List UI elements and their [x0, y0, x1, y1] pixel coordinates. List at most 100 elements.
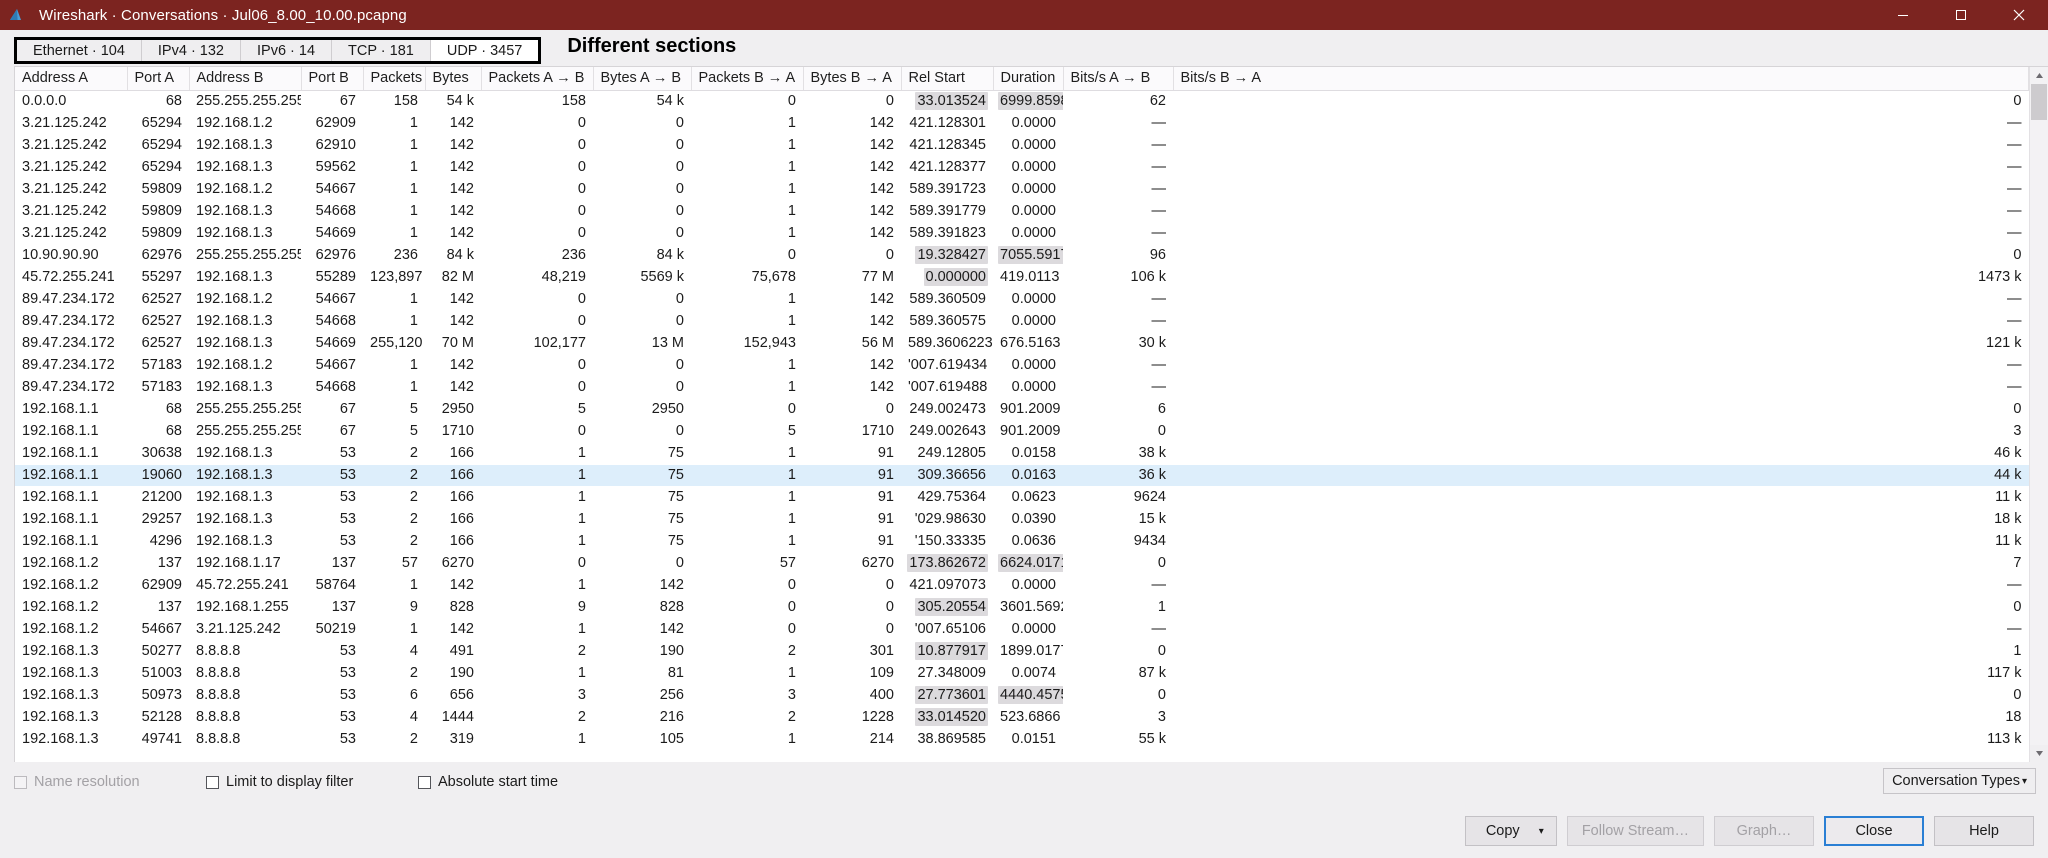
table-row[interactable]: 192.168.1.1 68 255.255.255.255 67 5 1710 0 0 5 17…	[15, 420, 2029, 443]
table-cell: 192.168.1.3	[189, 222, 301, 245]
col-header-bytes-b-a[interactable]: Bytes B → A	[803, 67, 902, 91]
minimize-button[interactable]	[1874, 0, 1932, 30]
table-row[interactable]: 192.168.1.1 21200 192.168.1.3 53 2 166 1 75 1 91 4…	[15, 486, 2029, 509]
table-row[interactable]: 192.168.1.3 49741 8.8.8.8 53 2 319 1 105 1 214 38.…	[15, 728, 2029, 751]
table-row[interactable]: 10.90.90.90 62976 255.255.255.255 62976 236 8…	[15, 244, 2029, 267]
follow-stream-button[interactable]: Follow Stream…	[1566, 816, 1704, 846]
table-row[interactable]: 3.21.125.242 59809 192.168.1.3 54668 1 142 0 0 1…	[15, 200, 2029, 223]
limit-filter-checkbox-box[interactable]	[206, 775, 219, 789]
absolute-start-label: Absolute start time	[438, 774, 559, 790]
table-cell: 192.168.1.1	[15, 486, 127, 509]
table-row[interactable]: 3.21.125.242 65294 192.168.1.3 59562 1 142 0 0 1…	[15, 156, 2029, 179]
table-cell: 53	[301, 464, 363, 487]
table-cell: 3.21.125.242	[15, 222, 127, 245]
tab-ethernet[interactable]: Ethernet · 104	[17, 40, 142, 61]
table-cell: 1	[691, 200, 803, 223]
table-row[interactable]: 3.21.125.242 59809 192.168.1.2 54667 1 142 0 0 1…	[15, 178, 2029, 201]
col-header-bytes[interactable]: Bytes	[425, 67, 482, 91]
col-header-packets[interactable]: Packets	[363, 67, 426, 91]
table-cell: 105	[593, 728, 691, 751]
table-cell: 142	[593, 618, 691, 641]
col-header-address-b[interactable]: Address B	[189, 67, 302, 91]
scroll-down-arrow-icon[interactable]	[2030, 745, 2048, 762]
table-cell: 589.391779	[901, 200, 993, 223]
col-header-bits-a-b[interactable]: Bits/s A → B	[1063, 67, 1174, 91]
table-row[interactable]: 192.168.1.2 137 192.168.1.255 137 9 828 9 828 0 0…	[15, 596, 2029, 619]
table-row[interactable]: 89.47.234.172 57183 192.168.1.2 54667 1 142 0 0…	[15, 354, 2029, 377]
table-row[interactable]: 89.47.234.172 62527 192.168.1.3 54669 255,12…	[15, 332, 2029, 355]
table-row[interactable]: 192.168.1.3 50277 8.8.8.8 53 4 491 2 190 2 301 10.…	[15, 640, 2029, 663]
table-cell: 5	[691, 420, 803, 443]
table-row[interactable]: 89.47.234.172 62527 192.168.1.2 54667 1 142 0 0…	[15, 288, 2029, 311]
table-row[interactable]: 192.168.1.3 52128 8.8.8.8 53 4 1444 2 216 2 1228 3…	[15, 706, 2029, 729]
checkbox-absolute-start-time[interactable]: Absolute start time	[418, 774, 558, 790]
checkbox-limit-to-display-filter[interactable]: Limit to display filter	[206, 774, 418, 790]
tab-ipv4[interactable]: IPv4 · 132	[141, 40, 241, 61]
col-header-packets-b-a[interactable]: Packets B → A	[691, 67, 804, 91]
table-row[interactable]: 192.168.1.3 51003 8.8.8.8 53 2 190 1 81 1 109 27.3…	[15, 662, 2029, 685]
col-header-port-a[interactable]: Port A	[127, 67, 190, 91]
table-row[interactable]: 89.47.234.172 62527 192.168.1.3 54668 1 142 0 0…	[15, 310, 2029, 333]
table-cell: 192.168.1.2	[189, 178, 301, 201]
table-cell: 84 k	[425, 244, 481, 267]
table-row[interactable]: 192.168.1.2 137 192.168.1.17 137 57 6270 0 0 57 6…	[15, 552, 2029, 575]
table-row[interactable]: 3.21.125.242 65294 192.168.1.3 62910 1 142 0 0 1…	[15, 134, 2029, 157]
table-cell: 2950	[593, 398, 691, 421]
table-row[interactable]: 45.72.255.241 55297 192.168.1.3 55289 123,89…	[15, 266, 2029, 289]
table-cell: 828	[425, 596, 481, 619]
table-row[interactable]: 192.168.1.1 29257 192.168.1.3 53 2 166 1 75 1 91 '…	[15, 508, 2029, 531]
title-bar: Wireshark · Conversations · Jul06_8.00_1…	[0, 0, 2048, 30]
scrollbar-thumb[interactable]	[2031, 84, 2047, 120]
table-cell: 27.348009	[901, 662, 993, 685]
table-row[interactable]: 192.168.1.1 19060 192.168.1.3 53 2 166 1 75 1 91 3…	[15, 464, 2029, 487]
close-window-button[interactable]	[1990, 0, 2048, 30]
col-header-rel-start[interactable]: Rel Start	[901, 67, 994, 91]
conversation-types-button[interactable]: Conversation Types ▾	[1883, 768, 2036, 794]
table-row[interactable]: 192.168.1.1 30638 192.168.1.3 53 2 166 1 75 1 91 2…	[15, 442, 2029, 465]
table-cell: 523.6866	[993, 706, 1063, 729]
table-cell: 58764	[301, 574, 363, 597]
table-row[interactable]: 192.168.1.2 54667 3.21.125.242 50219 1 142 1 14…	[15, 618, 2029, 641]
table-cell: 491	[425, 640, 481, 663]
table-cell: 53	[301, 728, 363, 751]
highlighted-value: 27.773601	[915, 686, 988, 704]
col-header-packets-a-b[interactable]: Packets A → B	[481, 67, 594, 91]
conversation-types-label: Conversation Types	[1892, 773, 2020, 789]
table-cell: 142	[425, 310, 481, 333]
tab-ipv6[interactable]: IPv6 · 14	[241, 40, 333, 61]
table-cell: 2	[691, 706, 803, 729]
table-cell: 1	[691, 728, 803, 751]
maximize-button[interactable]	[1932, 0, 1990, 30]
absolute-start-checkbox-box[interactable]	[418, 775, 431, 789]
scroll-up-arrow-icon[interactable]	[2030, 67, 2048, 84]
col-header-address-a[interactable]: Address A	[15, 67, 128, 91]
checkbox-name-resolution[interactable]: Name resolution	[14, 774, 206, 790]
close-button[interactable]: Close	[1824, 816, 1924, 846]
table-row[interactable]: 192.168.1.2 62909 45.72.255.241 58764 1 142 1 1…	[15, 574, 2029, 597]
table-cell: 0	[593, 178, 691, 201]
tab-tcp[interactable]: TCP · 181	[332, 40, 431, 61]
table-row[interactable]: 89.47.234.172 57183 192.168.1.3 54668 1 142 0 0…	[15, 376, 2029, 399]
col-header-port-b[interactable]: Port B	[301, 67, 364, 91]
col-header-bytes-a-b[interactable]: Bytes A → B	[593, 67, 692, 91]
table-cell: 62527	[127, 288, 189, 311]
table-row[interactable]: 192.168.1.3 50973 8.8.8.8 53 6 656 3 256 3 400 27.…	[15, 684, 2029, 707]
graph-button[interactable]: Graph…	[1714, 816, 1814, 846]
table-cell: 1	[691, 178, 803, 201]
table-row[interactable]: 192.168.1.1 4296 192.168.1.3 53 2 166 1 75 1 91'1…	[15, 530, 2029, 553]
table-cell: 62976	[301, 244, 363, 267]
col-header-bits-b-a[interactable]: Bits/s B → A	[1173, 67, 2029, 91]
table-cell: 1	[363, 156, 425, 179]
col-header-duration[interactable]: Duration	[993, 67, 1064, 91]
vertical-scrollbar[interactable]	[2029, 67, 2048, 762]
table-row[interactable]: 3.21.125.242 65294 192.168.1.2 62909 1 142 0 0 1…	[15, 112, 2029, 135]
table-cell: 1	[691, 288, 803, 311]
tab-udp[interactable]: UDP · 3457	[430, 40, 539, 61]
name-resolution-checkbox-box[interactable]	[14, 775, 27, 789]
table-cell: 123,897	[363, 266, 425, 289]
table-row[interactable]: 0.0.0.0 68 255.255.255.255 67 158 54 k 158 54 k…	[15, 90, 2029, 113]
copy-button[interactable]: Copy ▾	[1464, 816, 1557, 846]
table-row[interactable]: 3.21.125.242 59809 192.168.1.3 54669 1 142 0 0 1…	[15, 222, 2029, 245]
table-row[interactable]: 192.168.1.1 68 255.255.255.255 67 5 2950 5 2950…	[15, 398, 2029, 421]
help-button[interactable]: Help	[1934, 816, 2034, 846]
